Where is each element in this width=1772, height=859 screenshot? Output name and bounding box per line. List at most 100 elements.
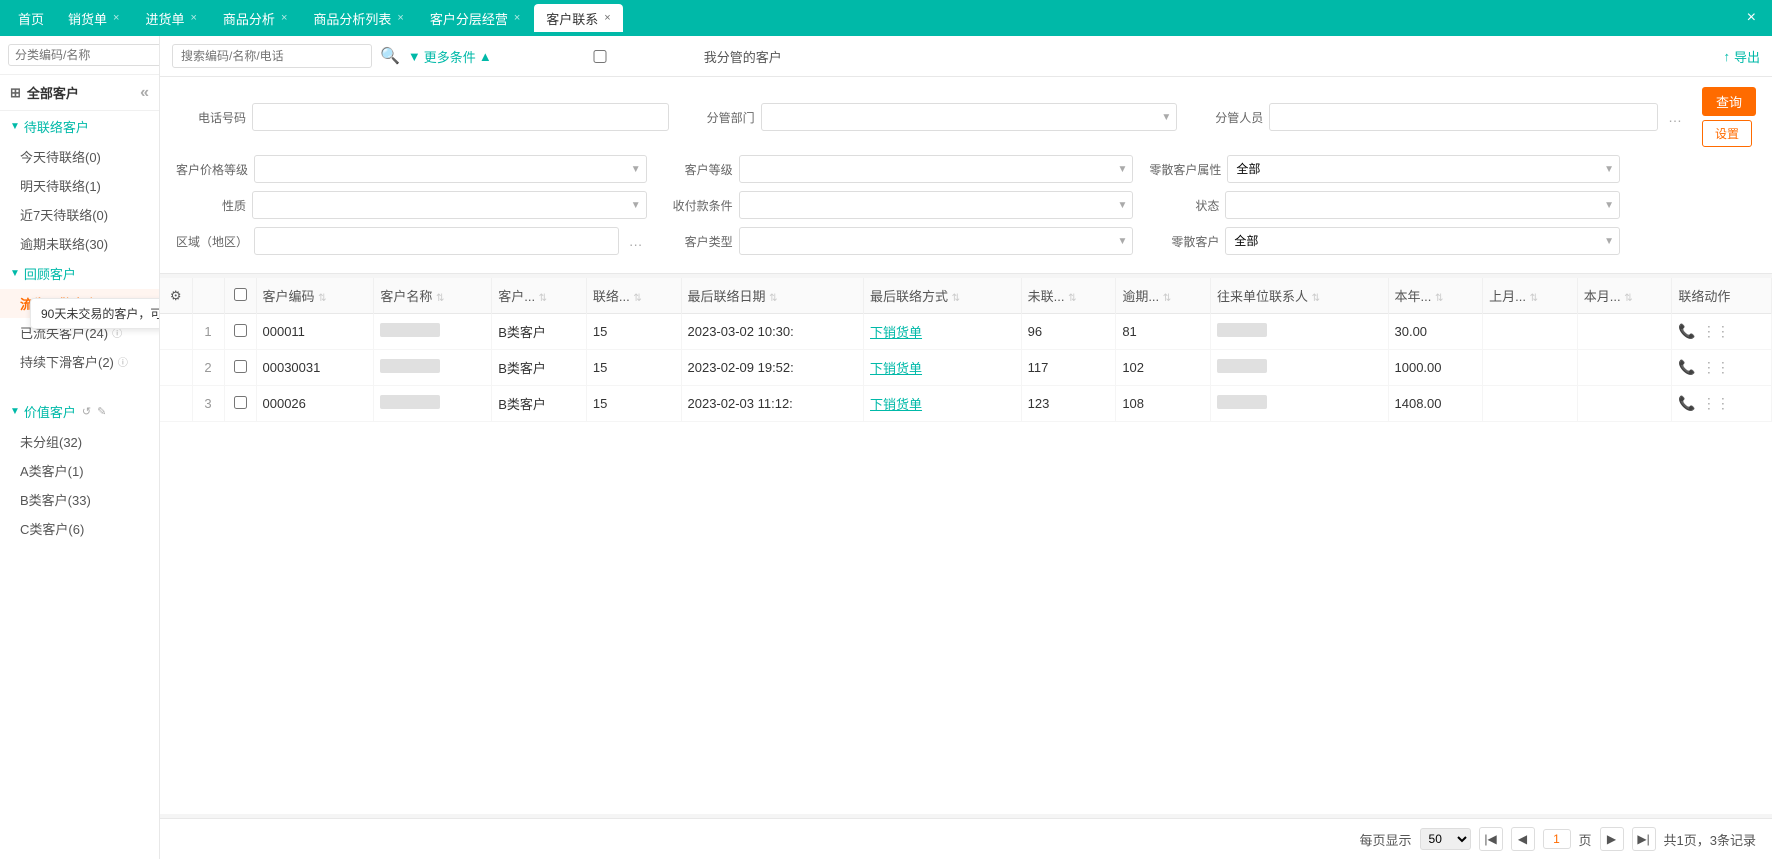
filter-customer-type-select[interactable] bbox=[739, 227, 1134, 255]
nav-tab-kh-lianxi[interactable]: 客户联系 × bbox=[534, 4, 622, 32]
sidebar-section-dailianluo[interactable]: ▼ 待联络客户 bbox=[0, 111, 159, 142]
nav-home[interactable]: 首页 bbox=[8, 9, 54, 28]
last-way-link[interactable]: 下销货单 bbox=[870, 397, 922, 412]
settings-button[interactable]: 设置 bbox=[1702, 120, 1752, 147]
action-more-icon[interactable]: ⋮⋮ bbox=[1702, 323, 1730, 340]
th-unit-contact[interactable]: 往来单位联系人 ⇅ bbox=[1210, 278, 1388, 314]
th-settings[interactable]: ⚙ bbox=[160, 278, 192, 314]
td-last-way[interactable]: 下销货单 bbox=[864, 314, 1022, 350]
th-overdue[interactable]: 逾期... ⇅ bbox=[1116, 278, 1211, 314]
row-checkbox[interactable] bbox=[234, 324, 247, 337]
action-phone-icon[interactable]: 📞 bbox=[1678, 323, 1695, 340]
close-all-tabs[interactable]: × bbox=[1739, 9, 1764, 27]
my-customers-checkbox[interactable] bbox=[500, 50, 700, 63]
refresh-icon[interactable]: ↺ bbox=[82, 405, 91, 418]
query-button[interactable]: 查询 bbox=[1702, 87, 1756, 116]
th-this-month[interactable]: 本月... ⇅ bbox=[1577, 278, 1672, 314]
sidebar-item-tomorrow[interactable]: 明天待联络(1) bbox=[0, 171, 159, 200]
th-checkbox[interactable] bbox=[224, 278, 256, 314]
th-contact[interactable]: 联络... ⇅ bbox=[586, 278, 681, 314]
close-tab-shangpin[interactable]: × bbox=[281, 12, 287, 24]
th-code[interactable]: 客户编码 ⇅ bbox=[256, 278, 374, 314]
td-code: 000011 bbox=[256, 314, 374, 350]
search-button[interactable]: 🔍 bbox=[380, 46, 400, 66]
sidebar-item-chixu[interactable]: 持续下滑客户(2) ⓘ bbox=[0, 347, 159, 376]
filter-person-more[interactable]: … bbox=[1664, 109, 1686, 125]
row-checkbox[interactable] bbox=[234, 396, 247, 409]
filter-retail-attr-select[interactable]: 全部 bbox=[1227, 155, 1620, 183]
filter-nature-select[interactable] bbox=[252, 191, 647, 219]
filter-dept-select[interactable] bbox=[761, 103, 1178, 131]
td-checkbox[interactable] bbox=[224, 386, 256, 422]
nav-tab-kh-fenceng[interactable]: 客户分层经营 × bbox=[418, 4, 532, 32]
th-this-year[interactable]: 本年... ⇅ bbox=[1388, 278, 1483, 314]
close-tab-kh-lianxi[interactable]: × bbox=[604, 12, 610, 24]
customer-table: ⚙ 客户编码 ⇅ 客户名称 ⇅ 客户... ⇅ 联络... ⇅ 最后联络日期 ⇅… bbox=[160, 278, 1772, 422]
sidebar-item-unfiled[interactable]: 未分组(32) bbox=[0, 427, 159, 456]
sidebar-item-7days[interactable]: 近7天待联络(0) bbox=[0, 200, 159, 229]
filter-phone-input[interactable] bbox=[252, 103, 669, 131]
close-tab-shangpin-list[interactable]: × bbox=[397, 12, 403, 24]
sidebar-section-huigu[interactable]: ▼ 回顾客户 bbox=[0, 258, 159, 289]
row-checkbox[interactable] bbox=[234, 360, 247, 373]
td-unit-contact bbox=[1210, 350, 1388, 386]
nav-tab-shangpin[interactable]: 商品分析 × bbox=[211, 4, 299, 32]
next-page-btn[interactable]: ▶ bbox=[1600, 827, 1624, 851]
filter-status: 状态 ▼ bbox=[1149, 191, 1620, 219]
th-no-contact[interactable]: 未联... ⇅ bbox=[1021, 278, 1116, 314]
my-customers-checkbox-label[interactable]: 我分管的客户 bbox=[500, 47, 782, 66]
filter-payment-select[interactable] bbox=[739, 191, 1134, 219]
edit-icon[interactable]: ✎ bbox=[97, 405, 106, 418]
select-all-checkbox[interactable] bbox=[234, 288, 247, 301]
td-last-month bbox=[1483, 386, 1578, 422]
last-way-link[interactable]: 下销货单 bbox=[870, 361, 922, 376]
more-conditions-button[interactable]: ▼ 更多条件 ▲ bbox=[408, 47, 492, 66]
nav-tab-xiaohuo[interactable]: 销货单 × bbox=[56, 4, 131, 32]
filter-status-select[interactable] bbox=[1225, 191, 1620, 219]
first-page-btn[interactable]: |◀ bbox=[1479, 827, 1503, 851]
close-tab-kh-fenceng[interactable]: × bbox=[514, 12, 520, 24]
filter-customer-grade-select[interactable] bbox=[739, 155, 1134, 183]
close-tab-xiaohuo[interactable]: × bbox=[113, 12, 119, 24]
td-last-way[interactable]: 下销货单 bbox=[864, 386, 1022, 422]
sidebar-item-c-class[interactable]: C类客户(6) bbox=[0, 514, 159, 543]
td-last-way[interactable]: 下销货单 bbox=[864, 350, 1022, 386]
sidebar-search-input[interactable] bbox=[8, 44, 160, 66]
last-way-link[interactable]: 下销货单 bbox=[870, 325, 922, 340]
th-last-date[interactable]: 最后联络日期 ⇅ bbox=[681, 278, 864, 314]
sidebar-item-overdue[interactable]: 逾期未联络(30) bbox=[0, 229, 159, 258]
search-input[interactable] bbox=[172, 44, 372, 68]
sidebar-section-jiazhi[interactable]: ▼ 价值客户 ↺ ✎ bbox=[0, 396, 159, 427]
sidebar-all-customers-header: ⊞ 全部客户 « bbox=[0, 75, 159, 111]
nav-tab-jinhuo[interactable]: 进货单 × bbox=[133, 4, 208, 32]
last-page-btn[interactable]: ▶| bbox=[1632, 827, 1656, 851]
sidebar-item-a-class[interactable]: A类客户(1) bbox=[0, 456, 159, 485]
prev-page-btn[interactable]: ◀ bbox=[1511, 827, 1535, 851]
filter-price-grade: 客户价格等级 ▼ bbox=[176, 155, 647, 183]
close-tab-jinhuo[interactable]: × bbox=[190, 12, 196, 24]
th-last-way[interactable]: 最后联络方式 ⇅ bbox=[864, 278, 1022, 314]
action-more-icon[interactable]: ⋮⋮ bbox=[1702, 395, 1730, 412]
filter-price-grade-select[interactable] bbox=[254, 155, 647, 183]
table-row: 1 000011 B类客户 15 2023-03-02 10:30: 下销货单 … bbox=[160, 314, 1772, 350]
filter-region-input[interactable] bbox=[254, 227, 619, 255]
per-page-select[interactable]: 50 100 bbox=[1420, 828, 1471, 850]
nav-tab-shangpin-list[interactable]: 商品分析列表 × bbox=[301, 4, 415, 32]
filter-region-more[interactable]: … bbox=[625, 233, 647, 249]
sidebar-item-b-class[interactable]: B类客户(33) bbox=[0, 485, 159, 514]
grid-icon: ⊞ bbox=[10, 85, 21, 101]
th-name[interactable]: 客户名称 ⇅ bbox=[374, 278, 492, 314]
th-type[interactable]: 客户... ⇅ bbox=[492, 278, 587, 314]
filter-person-input[interactable] bbox=[1269, 103, 1658, 131]
export-button[interactable]: ↑ 导出 bbox=[1723, 47, 1760, 66]
action-phone-icon[interactable]: 📞 bbox=[1678, 395, 1695, 412]
td-checkbox[interactable] bbox=[224, 314, 256, 350]
action-phone-icon[interactable]: 📞 bbox=[1678, 359, 1695, 376]
filter-actions: 查询 设置 bbox=[1702, 87, 1756, 147]
th-last-month[interactable]: 上月... ⇅ bbox=[1483, 278, 1578, 314]
filter-retail-select[interactable]: 全部 bbox=[1225, 227, 1620, 255]
collapse-icon[interactable]: « bbox=[140, 84, 149, 102]
td-checkbox[interactable] bbox=[224, 350, 256, 386]
sidebar-item-today[interactable]: 今天待联络(0) bbox=[0, 142, 159, 171]
action-more-icon[interactable]: ⋮⋮ bbox=[1702, 359, 1730, 376]
